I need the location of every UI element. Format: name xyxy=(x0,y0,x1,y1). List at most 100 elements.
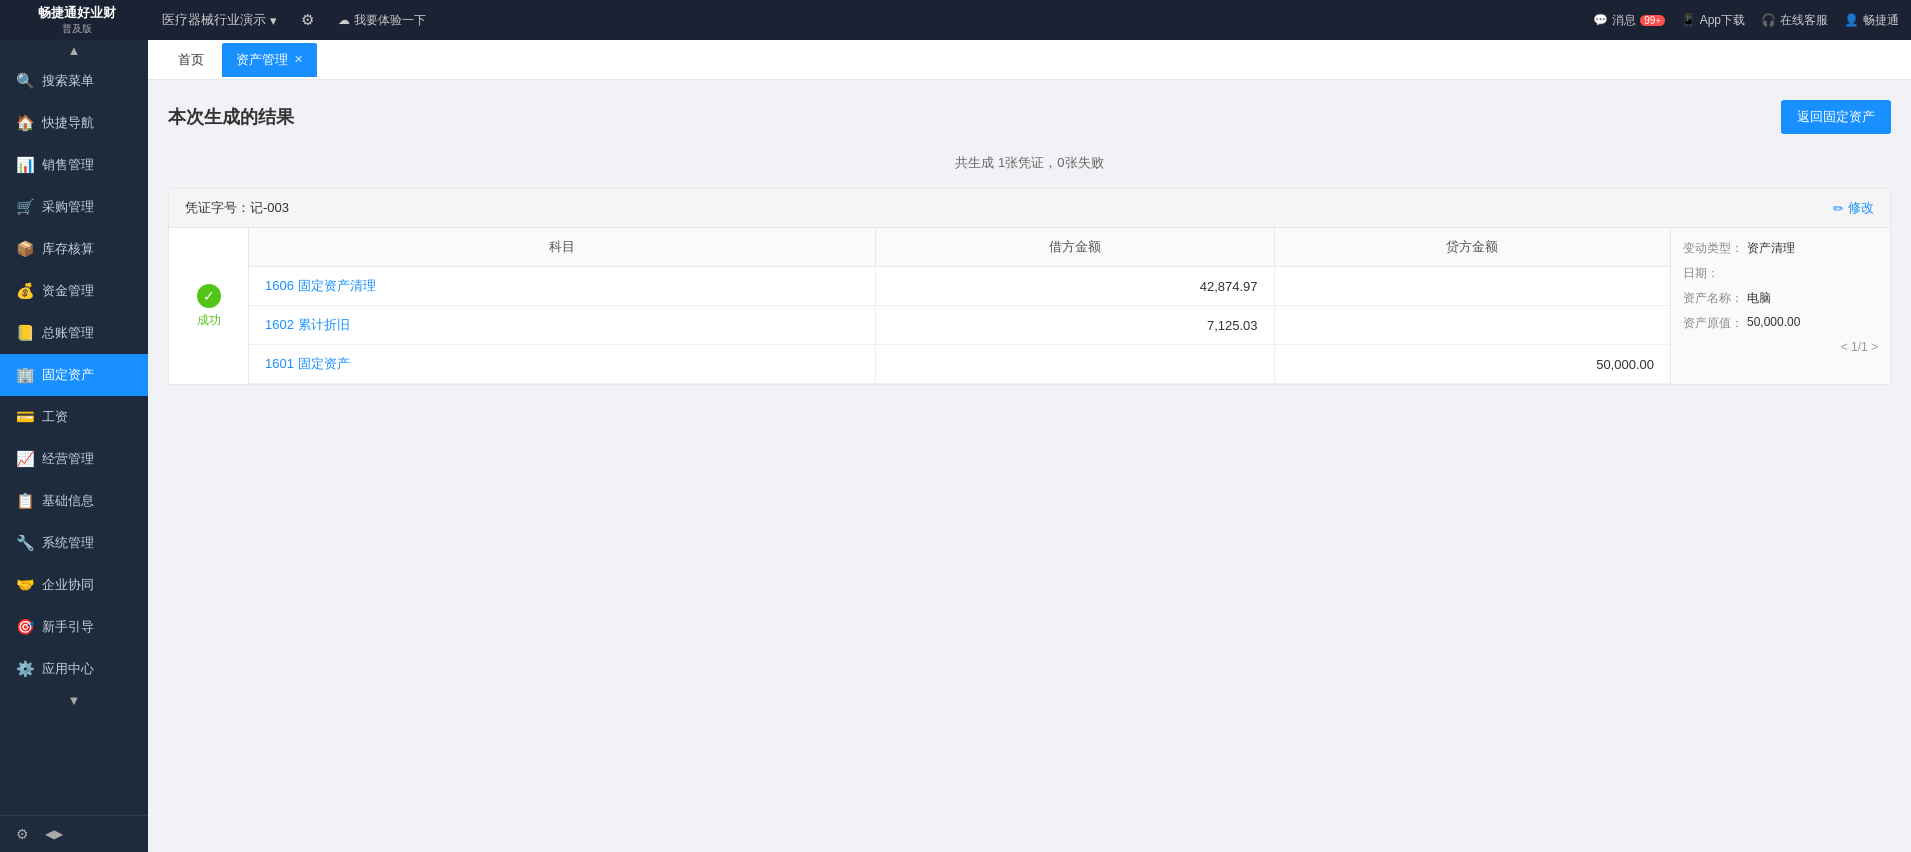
tab-close-icon[interactable]: ✕ xyxy=(294,53,303,66)
brand-subtitle: 普及版 xyxy=(62,22,92,36)
table-row: 1602 累计折旧 7,125.03 xyxy=(249,306,1670,345)
header-right: 💬 消息 99+ 📱 App下载 🎧 在线客服 👤 畅捷通 xyxy=(1593,12,1899,29)
message-label: 消息 xyxy=(1612,12,1636,29)
company-name: 医疗器械行业演示 xyxy=(162,11,266,29)
pagination[interactable]: < 1/1 > xyxy=(1683,340,1878,354)
sidebar-item-enterprise[interactable]: 🤝 企业协同 xyxy=(0,564,148,606)
sidebar-item-app-center[interactable]: ⚙️ 应用中心 xyxy=(0,648,148,690)
experience-button[interactable]: ☁ 我要体验一下 xyxy=(330,10,434,31)
side-info-panel: 变动类型： 资产清理 日期： 资产名称： 电脑 资产原值： xyxy=(1670,228,1890,384)
table-row: 1601 固定资产 50,000.00 xyxy=(249,345,1670,384)
sidebar-item-quick-nav[interactable]: 🏠 快捷导航 xyxy=(0,102,148,144)
online-service-action[interactable]: 🎧 在线客服 xyxy=(1761,12,1828,29)
sidebar-item-payroll[interactable]: 💳 工资 xyxy=(0,396,148,438)
user-avatar-icon: 👤 xyxy=(1844,13,1859,27)
message-action[interactable]: 💬 消息 99+ xyxy=(1593,12,1664,29)
sidebar-item-purchase[interactable]: 🛒 采购管理 xyxy=(0,186,148,228)
voucher-header: 凭证字号：记-003 ✏ 修改 xyxy=(169,189,1890,228)
online-service-label: 在线客服 xyxy=(1780,12,1828,29)
date-label: 日期： xyxy=(1683,265,1743,282)
edit-button[interactable]: ✏ 修改 xyxy=(1833,199,1874,217)
sidebar-item-fund[interactable]: 💰 资金管理 xyxy=(0,270,148,312)
asset-value-label: 资产原值： xyxy=(1683,315,1743,332)
sidebar-item-ledger[interactable]: 📒 总账管理 xyxy=(0,312,148,354)
collapse-icon[interactable]: ◀▶ xyxy=(45,827,63,841)
sidebar-bottom: ⚙ ◀▶ xyxy=(0,815,148,852)
sidebar-label-fixed-assets: 固定资产 xyxy=(42,366,94,384)
operations-icon: 📈 xyxy=(16,450,34,468)
ledger-icon: 📒 xyxy=(16,324,34,342)
username-label: 畅捷通 xyxy=(1863,12,1899,29)
message-icon: 💬 xyxy=(1593,13,1608,27)
debit-cell-3 xyxy=(876,345,1274,384)
payroll-icon: 💳 xyxy=(16,408,34,426)
sidebar-label-operations: 经营管理 xyxy=(42,450,94,468)
result-header: 本次生成的结果 返回固定资产 xyxy=(168,100,1891,134)
table-row: 1606 固定资产清理 42,874.97 xyxy=(249,267,1670,306)
debit-cell-1: 42,874.97 xyxy=(876,267,1274,306)
app-icon: 📱 xyxy=(1681,13,1696,27)
subject-cell-2: 1602 累计折旧 xyxy=(249,306,876,345)
sidebar-item-search[interactable]: 🔍 搜索菜单 xyxy=(0,60,148,102)
sidebar-label-inventory: 库存核算 xyxy=(42,240,94,258)
sidebar-label-quick-nav: 快捷导航 xyxy=(42,114,94,132)
system-icon: 🔧 xyxy=(16,534,34,552)
page-content: 本次生成的结果 返回固定资产 共生成 1张凭证，0张失败 凭证字号：记-003 … xyxy=(148,80,1911,852)
sidebar-label-purchase: 采购管理 xyxy=(42,198,94,216)
asset-name-row: 资产名称： 电脑 xyxy=(1683,290,1878,307)
message-badge: 99+ xyxy=(1640,15,1664,26)
sidebar-label-payroll: 工资 xyxy=(42,408,68,426)
sidebar-label-guide: 新手引导 xyxy=(42,618,94,636)
success-label: 成功 xyxy=(197,312,221,329)
inventory-icon: 📦 xyxy=(16,240,34,258)
sidebar-item-inventory[interactable]: 📦 库存核算 xyxy=(0,228,148,270)
tab-home-label: 首页 xyxy=(178,52,204,67)
sidebar: ▲ 🔍 搜索菜单 🏠 快捷导航 📊 销售管理 🛒 采购管理 📦 库存核算 💰 资… xyxy=(0,40,148,852)
app-center-icon: ⚙️ xyxy=(16,660,34,678)
sidebar-item-guide[interactable]: 🎯 新手引导 xyxy=(0,606,148,648)
cloud-icon: ☁ xyxy=(338,13,350,27)
voucher-table: 科目 借方金额 贷方金额 1606 固定资产清理 42,874.97 xyxy=(249,228,1670,384)
credit-cell-2 xyxy=(1274,306,1670,345)
tab-asset-management[interactable]: 资产管理 ✕ xyxy=(222,43,317,77)
sidebar-item-sales[interactable]: 📊 销售管理 xyxy=(0,144,148,186)
page-title: 本次生成的结果 xyxy=(168,105,294,129)
sidebar-label-enterprise: 企业协同 xyxy=(42,576,94,594)
settings-bottom-icon[interactable]: ⚙ xyxy=(16,826,29,842)
col-header-credit: 贷方金额 xyxy=(1274,228,1670,267)
sidebar-item-operations[interactable]: 📈 经营管理 xyxy=(0,438,148,480)
voucher-card: 凭证字号：记-003 ✏ 修改 ✓ 成功 xyxy=(168,188,1891,385)
success-circle-icon: ✓ xyxy=(197,284,221,308)
fund-icon: 💰 xyxy=(16,282,34,300)
change-type-value: 资产清理 xyxy=(1747,240,1795,257)
sidebar-item-system[interactable]: 🔧 系统管理 xyxy=(0,522,148,564)
brand-area: 畅捷通好业财 普及版 xyxy=(12,4,142,36)
app-download-action[interactable]: 📱 App下载 xyxy=(1681,12,1745,29)
company-selector[interactable]: 医疗器械行业演示 ▾ xyxy=(154,9,285,31)
sidebar-label-search: 搜索菜单 xyxy=(42,72,94,90)
subject-cell-3: 1601 固定资产 xyxy=(249,345,876,384)
tab-home[interactable]: 首页 xyxy=(164,43,218,77)
sidebar-scroll-down[interactable]: ▼ xyxy=(0,690,148,710)
asset-value-row: 资产原值： 50,000.00 xyxy=(1683,315,1878,332)
edit-label: 修改 xyxy=(1848,199,1874,217)
top-header: 畅捷通好业财 普及版 医疗器械行业演示 ▾ ⚙ ☁ 我要体验一下 💬 消息 99… xyxy=(0,0,1911,40)
main-layout: ▲ 🔍 搜索菜单 🏠 快捷导航 📊 销售管理 🛒 采购管理 📦 库存核算 💰 资… xyxy=(0,40,1911,852)
home-icon: 🏠 xyxy=(16,114,34,132)
sidebar-item-basic-info[interactable]: 📋 基础信息 xyxy=(0,480,148,522)
return-button[interactable]: 返回固定资产 xyxy=(1781,100,1891,134)
experience-label: 我要体验一下 xyxy=(354,12,426,29)
gear-icon[interactable]: ⚙ xyxy=(297,7,318,33)
voucher-table-wrap: ✓ 成功 科目 借方金额 贷方金额 xyxy=(169,228,1890,384)
sidebar-item-fixed-assets[interactable]: 🏢 固定资产 xyxy=(0,354,148,396)
subject-cell-1: 1606 固定资产清理 xyxy=(249,267,876,306)
sales-icon: 📊 xyxy=(16,156,34,174)
user-action[interactable]: 👤 畅捷通 xyxy=(1844,12,1899,29)
sidebar-label-app-center: 应用中心 xyxy=(42,660,94,678)
sidebar-scroll-up[interactable]: ▲ xyxy=(0,40,148,60)
sidebar-label-fund: 资金管理 xyxy=(42,282,94,300)
asset-name-label: 资产名称： xyxy=(1683,290,1743,307)
sidebar-label-system: 系统管理 xyxy=(42,534,94,552)
guide-icon: 🎯 xyxy=(16,618,34,636)
enterprise-icon: 🤝 xyxy=(16,576,34,594)
